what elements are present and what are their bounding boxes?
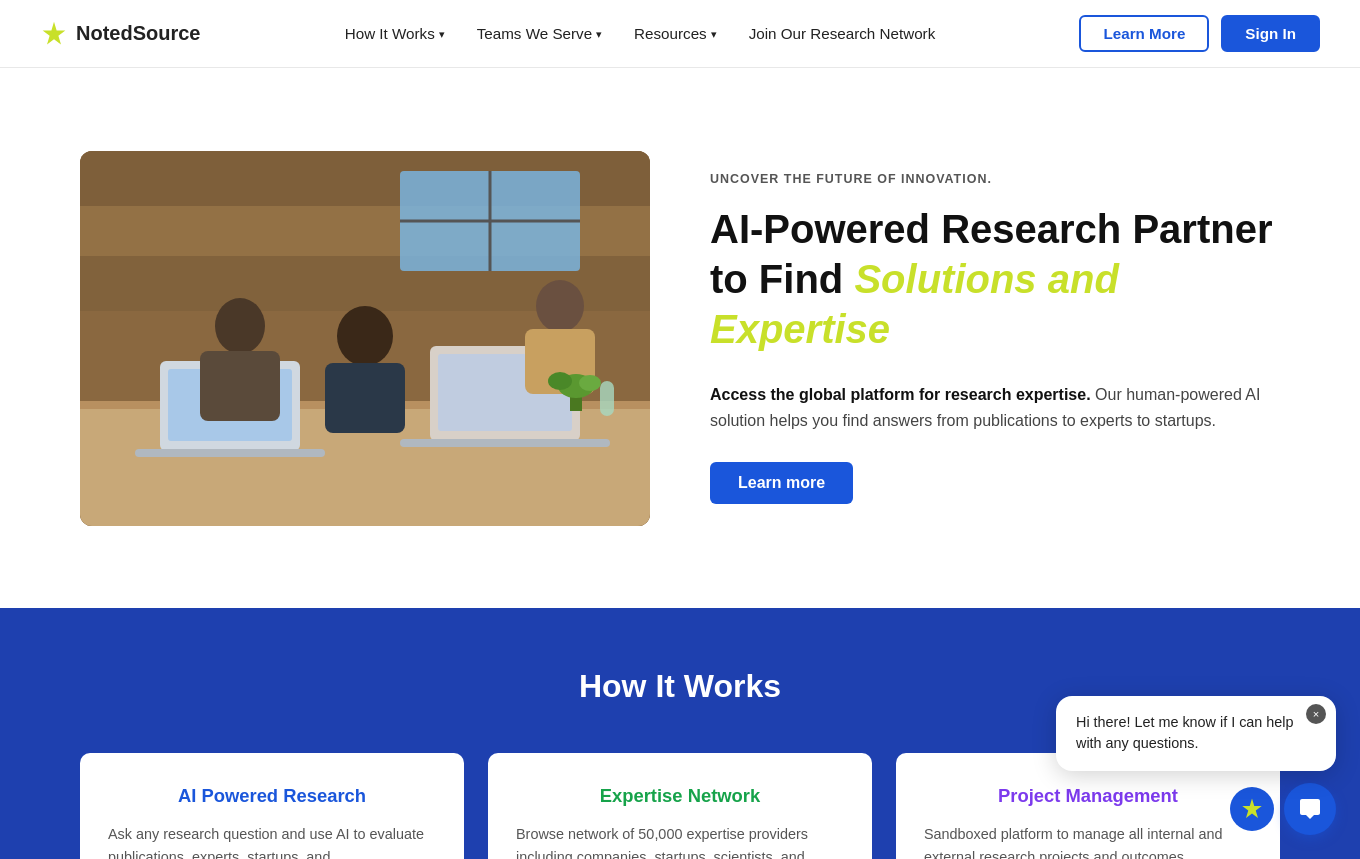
svg-rect-15 (400, 439, 610, 447)
svg-point-20 (536, 280, 584, 332)
chevron-down-icon: ▾ (439, 28, 445, 41)
svg-point-18 (337, 306, 393, 366)
hero-eyebrow: UNCOVER THE FUTURE OF INNOVATION. (710, 172, 1280, 186)
nav-resources[interactable]: Resources ▾ (622, 17, 729, 50)
how-card-expertise-network: Expertise Network Browse network of 50,0… (488, 753, 872, 859)
svg-rect-17 (200, 351, 280, 421)
chat-close-button[interactable]: × (1306, 704, 1326, 724)
chat-message: Hi there! Let me know if I can help with… (1076, 712, 1316, 755)
logo-star-icon (43, 21, 66, 44)
chevron-down-icon: ▾ (596, 28, 602, 41)
nav-teams-we-serve[interactable]: Teams We Serve ▾ (465, 17, 614, 50)
how-card-expertise-title: Expertise Network (516, 785, 844, 807)
learn-more-button[interactable]: Learn More (1079, 15, 1209, 52)
chat-bubble: × Hi there! Let me know if I can help wi… (1056, 696, 1336, 771)
svg-rect-12 (135, 449, 325, 457)
chat-avatar-row (1056, 783, 1336, 835)
chat-star-icon (1240, 797, 1264, 821)
chat-icon (1298, 797, 1322, 821)
logo-link[interactable]: NotedSource (40, 20, 200, 48)
how-card-expertise-desc: Browse network of 50,000 expertise provi… (516, 823, 844, 859)
svg-rect-22 (600, 381, 614, 416)
sign-in-button[interactable]: Sign In (1221, 15, 1320, 52)
svg-point-26 (579, 375, 601, 391)
nav-join-network[interactable]: Join Our Research Network (737, 17, 948, 50)
how-card-ai-research-desc: Ask any research question and use AI to … (108, 823, 436, 859)
logo-text: NotedSource (76, 22, 200, 45)
chevron-down-icon: ▾ (711, 28, 717, 41)
hero-image (80, 151, 650, 526)
hero-title: AI-Powered Research Partner to Find Solu… (710, 204, 1280, 354)
nav-actions: Learn More Sign In (1079, 15, 1320, 52)
nav-how-it-works[interactable]: How It Works ▾ (333, 17, 457, 50)
hero-content: UNCOVER THE FUTURE OF INNOVATION. AI-Pow… (710, 172, 1280, 503)
hero-cta-button[interactable]: Learn more (710, 462, 853, 504)
svg-marker-27 (1242, 799, 1262, 819)
how-card-ai-research-title: AI Powered Research (108, 785, 436, 807)
how-card-ai-research: AI Powered Research Ask any research que… (80, 753, 464, 859)
hero-description: Access the global platform for research … (710, 382, 1280, 433)
svg-point-16 (215, 298, 265, 354)
hero-section: UNCOVER THE FUTURE OF INNOVATION. AI-Pow… (0, 68, 1360, 608)
svg-rect-19 (325, 363, 405, 433)
chat-open-button[interactable] (1284, 783, 1336, 835)
chat-avatar (1230, 787, 1274, 831)
svg-point-25 (548, 372, 572, 390)
chat-widget: × Hi there! Let me know if I can help wi… (1056, 696, 1336, 835)
hero-illustration (80, 151, 650, 526)
nav-links: How It Works ▾ Teams We Serve ▾ Resource… (333, 17, 948, 50)
navbar: NotedSource How It Works ▾ Teams We Serv… (0, 0, 1360, 68)
